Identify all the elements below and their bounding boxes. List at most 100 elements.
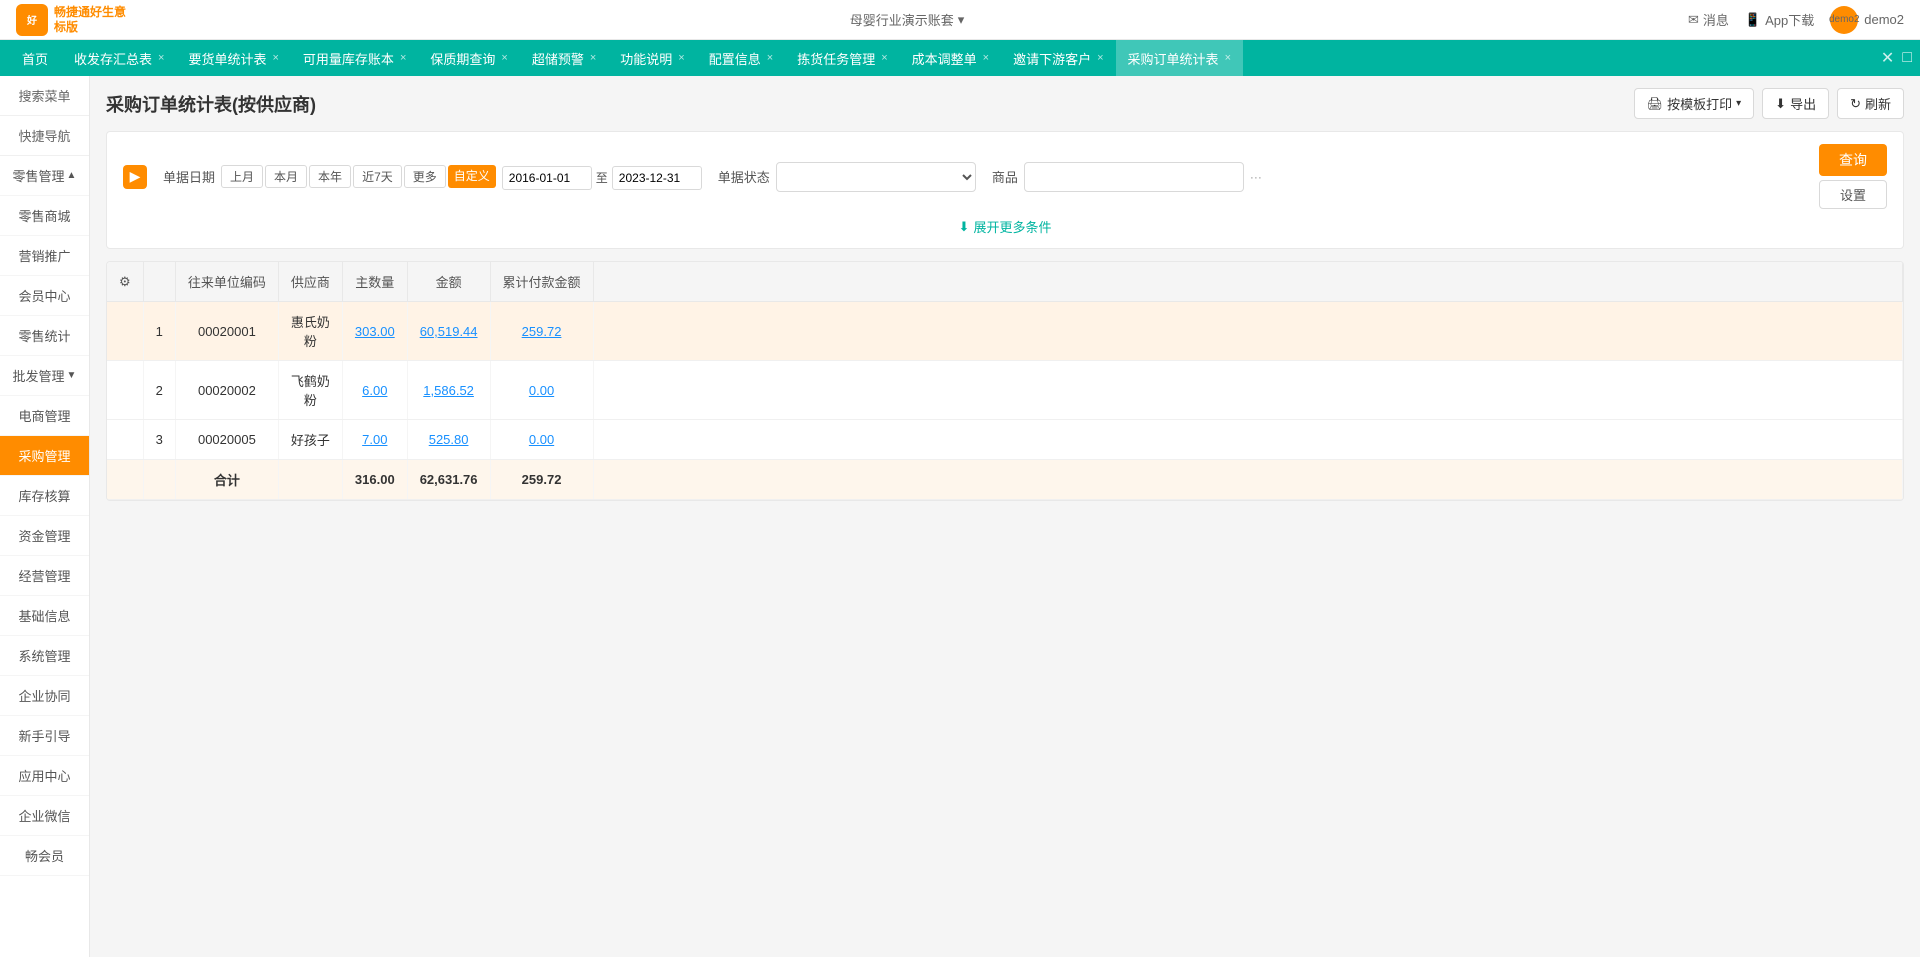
workspace-dropdown-icon[interactable]: ▾ [958,12,965,28]
message-icon: ✉ [1688,12,1699,28]
tab-cost-adjust[interactable]: 成本调整单 × [900,40,1001,76]
export-btn[interactable]: ⬇ 导出 [1762,88,1829,119]
tab-receive-summary[interactable]: 收发存汇总表 × [62,40,176,76]
cell-paid-2[interactable]: 0.00 [490,361,593,420]
query-btn[interactable]: 查询 [1819,144,1887,176]
close-tab-purchase-stats[interactable]: × [1225,52,1231,64]
sidebar-item-member-center[interactable]: 会员中心 [0,276,89,316]
cell-supplier-3: 好孩子 [278,420,342,460]
sidebar-item-system-mgmt[interactable]: 系统管理 [0,636,89,676]
tab-goods-stats[interactable]: 要货单统计表 × [176,40,290,76]
expand-more-btn[interactable]: ⬇ 展开更多条件 [959,217,1052,236]
sidebar-item-retail-mgmt[interactable]: 零售管理 ▲ [0,156,89,196]
sidebar-item-finance-mgmt[interactable]: 资金管理 [0,516,89,556]
filter-date-label: 单据日期 [163,167,215,186]
expand-icon: ⬇ [959,219,970,235]
close-tab-inventory-ledger[interactable]: × [400,52,406,64]
cell-extra-3 [593,420,1902,460]
sidebar-item-basic-info[interactable]: 基础信息 [0,596,89,636]
cell-settings-3 [107,420,143,460]
sidebar-item-app-center[interactable]: 应用中心 [0,756,89,796]
app-download-btn[interactable]: 📱 App下载 [1745,10,1814,29]
cell-settings-1 [107,302,143,361]
sidebar-item-retail-stats[interactable]: 零售统计 [0,316,89,356]
sidebar-item-inventory-check[interactable]: 库存核算 [0,476,89,516]
tab-invite-downstream[interactable]: 邀请下游客户 × [1001,40,1115,76]
cell-quantity-2[interactable]: 6.00 [342,361,407,420]
date-to-input[interactable] [612,166,702,190]
sidebar-item-member[interactable]: 畅会员 [0,836,89,876]
close-tab-function-desc[interactable]: × [678,52,684,64]
sidebar-item-new-guide[interactable]: 新手引导 [0,716,89,756]
th-amount: 金额 [407,262,490,302]
refresh-btn[interactable]: ↻ 刷新 [1837,88,1904,119]
date-btn-7days[interactable]: 近7天 [353,165,402,188]
nav-tabs-right: ✕ □ [1881,48,1912,68]
close-tab-overstock-warning[interactable]: × [590,52,596,64]
sidebar-item-enterprise-coop[interactable]: 企业协同 [0,676,89,716]
table-row[interactable]: 2 00020002 飞鹤奶粉 6.00 1,586.52 0.00 [107,361,1903,420]
filter-status-select[interactable] [776,162,976,192]
close-tab-receive-summary[interactable]: × [158,52,164,64]
print-dropdown-arrow: ▾ [1736,98,1741,109]
date-btn-more[interactable]: 更多 [404,165,446,188]
sidebar-item-ecommerce-mgmt[interactable]: 电商管理 [0,396,89,436]
filter-row-1: ▶ 单据日期 上月 本月 本年 近7天 更多 自定义 至 [123,144,1887,209]
date-btn-this-year[interactable]: 本年 [309,165,351,188]
date-custom-badge: 自定义 [448,165,496,188]
cell-amount-1[interactable]: 60,519.44 [407,302,490,361]
print-btn[interactable]: 🖨 按模板打印 ▾ [1634,88,1755,119]
cell-amount-2[interactable]: 1,586.52 [407,361,490,420]
cell-quantity-1[interactable]: 303.00 [342,302,407,361]
more-filter-icon[interactable]: ··· [1250,170,1262,184]
tab-purchase-stats[interactable]: 采购订单统计表 × [1116,40,1243,76]
cell-quantity-3[interactable]: 7.00 [342,420,407,460]
logo-icon: 好 [16,4,48,36]
th-settings[interactable]: ⚙ [107,262,143,302]
sidebar-item-ops-mgmt[interactable]: 经营管理 [0,556,89,596]
filter-toggle-btn[interactable]: ▶ [123,165,147,189]
sidebar-item-marketing[interactable]: 营销推广 [0,236,89,276]
close-tab-pick-task[interactable]: × [881,52,887,64]
sidebar-item-retail-mall[interactable]: 零售商城 [0,196,89,236]
tab-pick-task[interactable]: 拣货任务管理 × [785,40,899,76]
tab-inventory-ledger[interactable]: 可用量库存账本 × [291,40,418,76]
cell-index-3: 3 [143,420,175,460]
data-table: ⚙ 往来单位编码 供应商 主数量 金额 累计付款金额 1 00020001 [107,262,1903,500]
table-row[interactable]: 1 00020001 惠氏奶粉 303.00 60,519.44 259.72 [107,302,1903,361]
th-paid-amount: 累计付款金额 [490,262,593,302]
close-tab-cost-adjust[interactable]: × [983,52,989,64]
tab-home[interactable]: 首页 [8,40,62,76]
cell-paid-1[interactable]: 259.72 [490,302,593,361]
tab-overstock-warning[interactable]: 超储预警 × [520,40,608,76]
tab-config-info[interactable]: 配置信息 × [697,40,785,76]
filter-goods-label: 商品 [992,167,1018,186]
tab-function-desc[interactable]: 功能说明 × [608,40,696,76]
maximize-btn[interactable]: □ [1902,49,1912,67]
cell-amount-3[interactable]: 525.80 [407,420,490,460]
sidebar-search-area[interactable]: 搜索菜单 [0,76,89,116]
close-tab-goods-stats[interactable]: × [272,52,278,64]
user-area[interactable]: demo2 demo2 [1830,6,1904,34]
cell-paid-3[interactable]: 0.00 [490,420,593,460]
query-actions: 查询 设置 [1819,144,1887,209]
workspace-label[interactable]: 母婴行业演示账套 ▾ [850,10,965,29]
date-btn-last-month[interactable]: 上月 [221,165,263,188]
top-bar: 好 畅捷通好生意 标版 母婴行业演示账套 ▾ ✉ 消息 📱 App下载 demo… [0,0,1920,40]
sidebar-item-wholesale-mgmt[interactable]: 批发管理 ▼ [0,356,89,396]
sidebar-item-enterprise-wechat[interactable]: 企业微信 [0,796,89,836]
cell-unit-code-3: 00020005 [175,420,278,460]
date-btn-this-month[interactable]: 本月 [265,165,307,188]
close-all-tabs-btn[interactable]: ✕ [1881,48,1894,68]
close-tab-config-info[interactable]: × [767,52,773,64]
settings-btn[interactable]: 设置 [1819,180,1887,209]
sidebar-quick-nav[interactable]: 快捷导航 [0,116,89,156]
table-row[interactable]: 3 00020005 好孩子 7.00 525.80 0.00 [107,420,1903,460]
tab-expiry-query[interactable]: 保质期查询 × [418,40,519,76]
sidebar-item-purchase-mgmt[interactable]: 采购管理 [0,436,89,476]
close-tab-expiry-query[interactable]: × [501,52,507,64]
message-btn[interactable]: ✉ 消息 [1688,10,1729,29]
date-from-input[interactable] [502,166,592,190]
close-tab-invite-downstream[interactable]: × [1097,52,1103,64]
filter-goods-input[interactable] [1024,162,1244,192]
